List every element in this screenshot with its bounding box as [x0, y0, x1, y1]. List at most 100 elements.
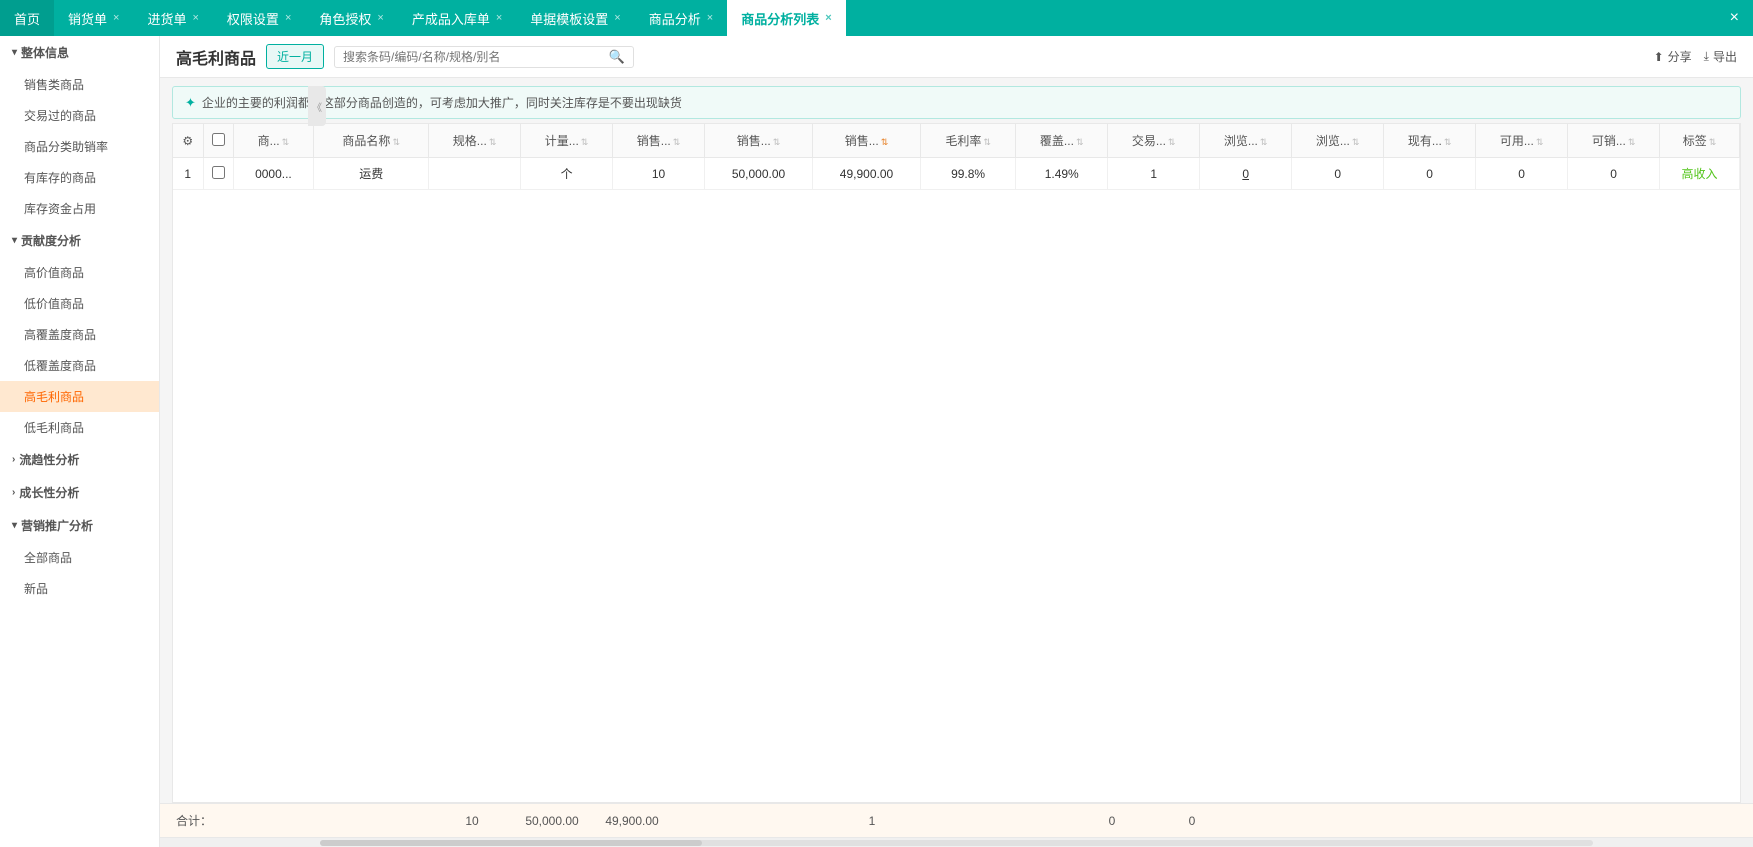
tag-label: 高收入: [1682, 167, 1718, 181]
table-row: 1 0000... 运费 个 10 50,000.00 49,900.00 99…: [173, 158, 1740, 190]
close-template-settings[interactable]: ×: [614, 12, 620, 24]
cell-trade: 1: [1108, 158, 1200, 190]
sidebar-item-high-margin[interactable]: 高毛利商品: [0, 381, 159, 412]
sidebar-item-low-margin[interactable]: 低毛利商品: [0, 412, 159, 443]
cell-seq: 1: [173, 158, 203, 190]
sidebar-group-contribution[interactable]: ▾ 贡献度分析: [0, 224, 159, 257]
close-purchase-order[interactable]: ×: [192, 12, 198, 24]
col-header-browse2[interactable]: 浏览...⇅: [1292, 124, 1384, 158]
col-header-avail[interactable]: 可用...⇅: [1476, 124, 1568, 158]
row-checkbox[interactable]: [212, 166, 225, 179]
close-permission-settings[interactable]: ×: [285, 12, 291, 24]
sidebar-item-all-goods[interactable]: 全部商品: [0, 542, 159, 573]
nav-home[interactable]: 首页: [0, 0, 54, 36]
footer-cell-spacer3: [752, 814, 832, 828]
expand-arrow-marketing: ▾: [12, 520, 17, 531]
sidebar-collapse-button[interactable]: 《: [308, 86, 326, 126]
sidebar-item-low-coverage[interactable]: 低覆盖度商品: [0, 350, 159, 381]
data-table-container[interactable]: ⚙ 商...⇅ 商品名称⇅ 规格...⇅: [172, 123, 1741, 803]
scrollbar-thumb[interactable]: [320, 840, 702, 846]
expand-arrow-overall: ▾: [12, 47, 17, 58]
scrollbar-track[interactable]: [320, 840, 1593, 846]
nav-permission-settings[interactable]: 权限设置 ×: [213, 0, 305, 36]
col-header-trade[interactable]: 交易...⇅: [1108, 124, 1200, 158]
total-label: 合计：: [176, 812, 212, 829]
nav-product-analysis-list[interactable]: 商品分析列表 ×: [727, 0, 845, 36]
sidebar: ▾ 整体信息 销售类商品 交易过的商品 商品分类助销率 有库存的商品 库存资金占…: [0, 36, 160, 847]
cell-current: 0: [1384, 158, 1476, 190]
cell-tag: 高收入: [1660, 158, 1740, 190]
search-box: 🔍: [334, 46, 634, 68]
cell-spec: [429, 158, 521, 190]
cell-code: 0000...: [233, 158, 314, 190]
nav-template-settings[interactable]: 单据模板设置 ×: [516, 0, 634, 36]
sidebar-group-flow[interactable]: › 流趋性分析: [0, 443, 159, 476]
footer-cell-sales2: 50,000.00: [512, 814, 592, 828]
sidebar-item-category-assist[interactable]: 商品分类助销率: [0, 131, 159, 162]
col-header-name[interactable]: 商品名称⇅: [314, 124, 429, 158]
col-header-gross[interactable]: 毛利率⇅: [920, 124, 1015, 158]
sidebar-item-low-value[interactable]: 低价值商品: [0, 288, 159, 319]
col-header-browse1[interactable]: 浏览...⇅: [1200, 124, 1292, 158]
cell-checkbox[interactable]: [203, 158, 233, 190]
col-header-tag[interactable]: 标签⇅: [1660, 124, 1740, 158]
nav-purchase-order[interactable]: 进货单 ×: [133, 0, 212, 36]
close-product-inbound[interactable]: ×: [496, 12, 502, 24]
nav-product-analysis[interactable]: 商品分析 ×: [635, 0, 727, 36]
export-button[interactable]: ⤓ 导出: [1704, 48, 1737, 65]
nav-product-inbound[interactable]: 产成品入库单 ×: [398, 0, 516, 36]
col-header-settings[interactable]: ⚙: [173, 124, 203, 158]
share-icon: ⬆: [1654, 50, 1664, 64]
search-input[interactable]: [343, 50, 609, 64]
select-all-checkbox[interactable]: [212, 133, 225, 146]
table-header-row: ⚙ 商...⇅ 商品名称⇅ 规格...⇅: [173, 124, 1740, 158]
nav-role-auth[interactable]: 角色授权 ×: [305, 0, 397, 36]
col-header-current[interactable]: 现有...⇅: [1384, 124, 1476, 158]
footer-cell-trade: 1: [832, 814, 912, 828]
close-sales-order[interactable]: ×: [113, 12, 119, 24]
sidebar-item-sales-goods[interactable]: 销售类商品: [0, 69, 159, 100]
expand-arrow-growth: ›: [12, 487, 15, 498]
share-button[interactable]: ⬆ 分享: [1654, 48, 1692, 65]
browse1-link[interactable]: 0: [1242, 167, 1249, 181]
col-header-saleable[interactable]: 可销...⇅: [1568, 124, 1660, 158]
sidebar-item-traded-goods[interactable]: 交易过的商品: [0, 100, 159, 131]
sidebar-item-in-stock[interactable]: 有库存的商品: [0, 162, 159, 193]
col-header-checkbox[interactable]: [203, 124, 233, 158]
cell-saleable: 0: [1568, 158, 1660, 190]
sidebar-item-high-coverage[interactable]: 高覆盖度商品: [0, 319, 159, 350]
sidebar-item-stock-capital[interactable]: 库存资金占用: [0, 193, 159, 224]
col-header-code[interactable]: 商...⇅: [233, 124, 314, 158]
footer-cell-spacer4: [912, 814, 992, 828]
nav-sales-order[interactable]: 销货单 ×: [54, 0, 133, 36]
horizontal-scrollbar[interactable]: [160, 837, 1753, 847]
sidebar-group-overall[interactable]: ▾ 整体信息: [0, 36, 159, 69]
filter-recent-month[interactable]: 近一月: [266, 44, 324, 69]
col-header-spec[interactable]: 规格...⇅: [429, 124, 521, 158]
sidebar-group-marketing[interactable]: ▾ 营销推广分析: [0, 509, 159, 542]
cell-gross: 99.8%: [920, 158, 1015, 190]
sidebar-group-growth[interactable]: › 成长性分析: [0, 476, 159, 509]
col-header-unit[interactable]: 计量...⇅: [521, 124, 613, 158]
col-header-sales1[interactable]: 销售...⇅: [613, 124, 705, 158]
close-product-analysis[interactable]: ×: [707, 12, 713, 24]
sidebar-item-high-value[interactable]: 高价值商品: [0, 257, 159, 288]
export-icon: ⤓: [1704, 49, 1709, 64]
sidebar-item-new-goods[interactable]: 新品: [0, 573, 159, 604]
close-window-button[interactable]: ×: [1716, 9, 1753, 27]
tip-icon: ✦: [185, 95, 196, 111]
col-header-cover[interactable]: 覆盖...⇅: [1016, 124, 1108, 158]
col-header-sales3[interactable]: 销售...⇅: [813, 124, 921, 158]
cell-browse2: 0: [1292, 158, 1384, 190]
tip-bar: ✦ 企业的主要的利润都是这部分商品创造的，可考虑加大推广，同时关注库存是不要出现…: [172, 86, 1741, 119]
close-product-analysis-list[interactable]: ×: [825, 12, 831, 24]
data-table: ⚙ 商...⇅ 商品名称⇅ 规格...⇅: [173, 124, 1740, 190]
footer-cell-spacer1: [232, 814, 432, 828]
footer-cell-avail: 0: [1152, 814, 1232, 828]
col-header-sales2[interactable]: 销售...⇅: [705, 124, 813, 158]
top-navigation: 首页 销货单 × 进货单 × 权限设置 × 角色授权 × 产成品入库单 × 单据…: [0, 0, 1753, 36]
close-role-auth[interactable]: ×: [377, 12, 383, 24]
search-icon[interactable]: 🔍: [609, 49, 625, 65]
cell-browse1[interactable]: 0: [1200, 158, 1292, 190]
footer-totals: 合计： 10 50,000.00 49,900.00 1 0 0: [160, 803, 1753, 837]
